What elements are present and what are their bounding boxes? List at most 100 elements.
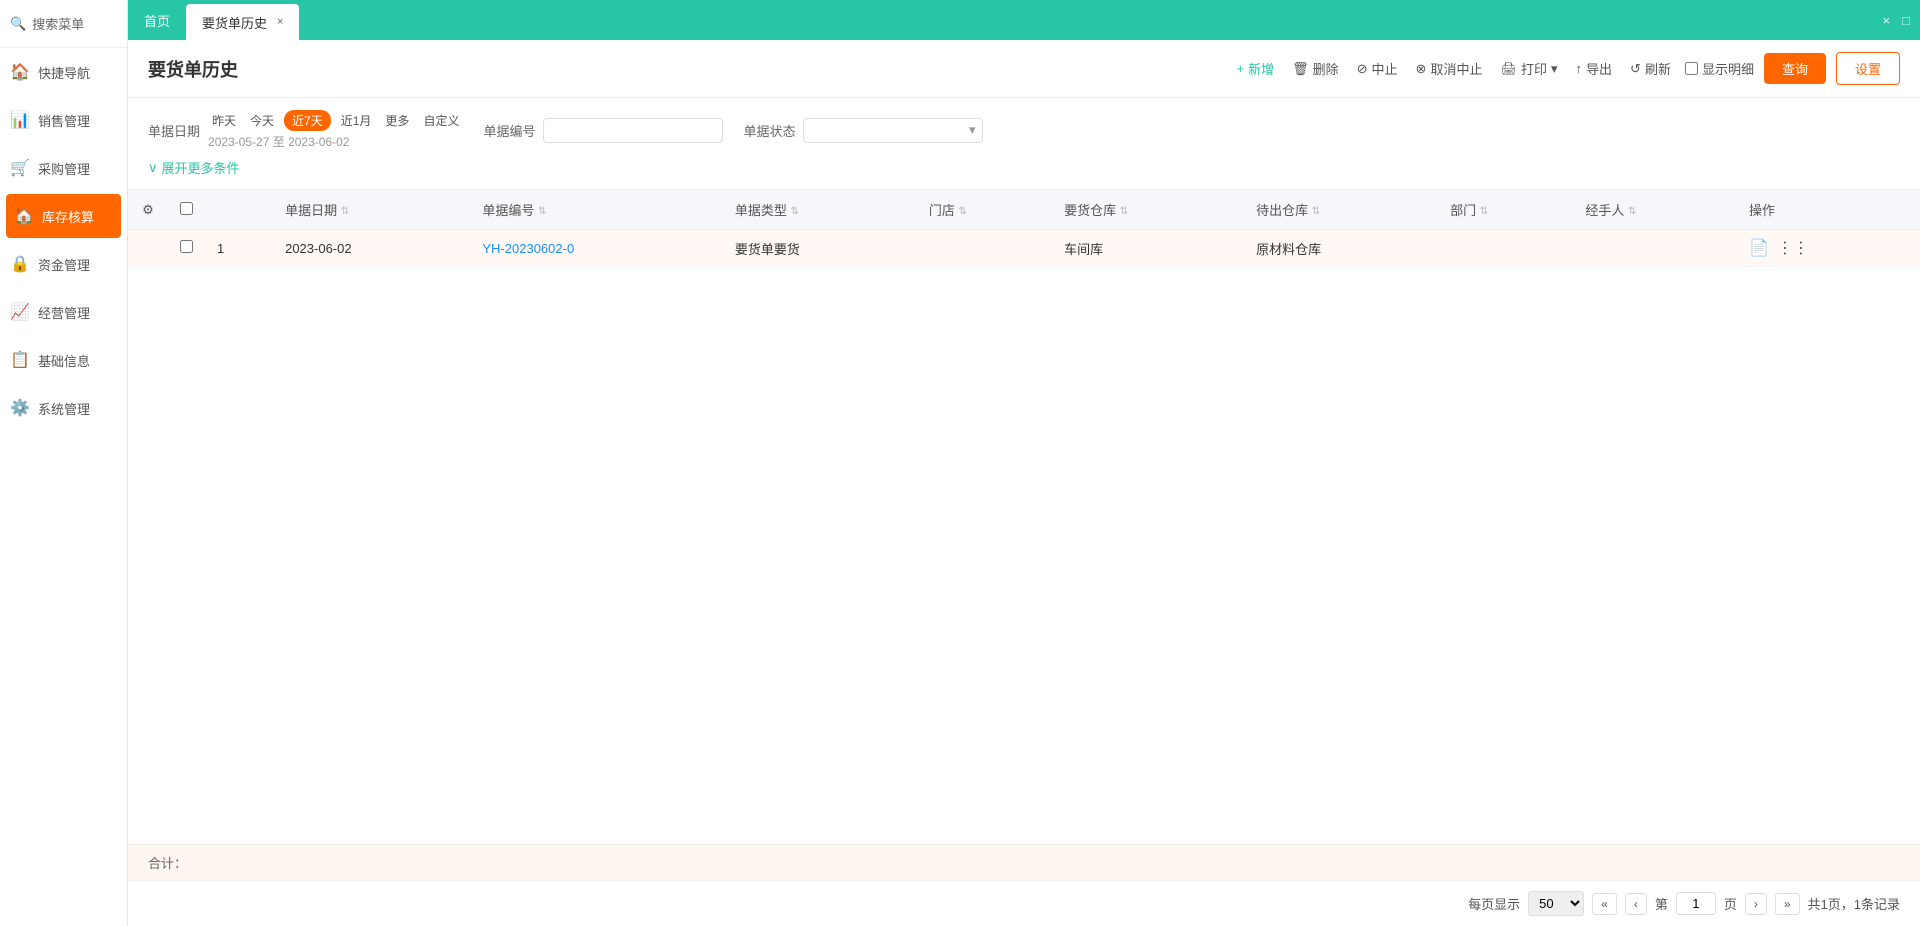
col-doc-date[interactable]: 单据日期 ⇅: [273, 190, 470, 230]
window-maximize-icon[interactable]: □: [1902, 13, 1910, 28]
export-button[interactable]: ↑ 导出: [1572, 59, 1617, 78]
col-handler[interactable]: 经手人 ⇅: [1573, 190, 1737, 230]
home-icon: 🏠: [10, 62, 30, 82]
sidebar-item-label: 资金管理: [38, 255, 90, 274]
page-number-input[interactable]: [1676, 892, 1716, 915]
add-button[interactable]: + 新增: [1232, 59, 1278, 78]
sidebar-item-label: 采购管理: [38, 159, 90, 178]
show-detail-checkbox[interactable]: [1685, 62, 1698, 75]
status-filter: 单据状态: [743, 118, 983, 143]
print-button[interactable]: 🖨 打印 ▾: [1496, 59, 1561, 78]
more-icon[interactable]: ⋮⋮: [1777, 238, 1809, 258]
sort-icon-pend-wh: ⇅: [1312, 206, 1320, 217]
col-doc-no[interactable]: 单据编号 ⇅: [470, 190, 722, 230]
tab-close-icon[interactable]: ×: [277, 16, 283, 28]
date-filter-label: 单据日期: [148, 121, 200, 140]
sales-icon: 📊: [10, 110, 30, 130]
next-page-btn[interactable]: ›: [1745, 893, 1767, 915]
shortcut-7days[interactable]: 近7天: [284, 110, 331, 131]
pagination: 每页显示 50 100 « ‹ 第 页 › » 共1页，1条记录: [128, 880, 1920, 926]
sidebar-item-label: 库存核算: [42, 207, 94, 226]
expand-icon: ∨: [148, 160, 158, 176]
edit-icon[interactable]: 📄: [1749, 238, 1769, 258]
status-label: 单据状态: [743, 121, 795, 140]
cell-pending-warehouse: 原材料仓库: [1244, 230, 1438, 267]
shortcut-today[interactable]: 今天: [246, 110, 278, 131]
table-row: 1 2023-06-02 YH-20230602-0 要货单要货 车间库 原材料…: [128, 230, 1920, 267]
last-page-btn[interactable]: »: [1775, 893, 1800, 915]
col-settings[interactable]: ⚙: [128, 190, 168, 230]
setting-button[interactable]: 设置: [1836, 52, 1900, 85]
stop-icon: ⊘: [1357, 61, 1368, 77]
operation-icon: 📈: [10, 302, 30, 322]
system-icon: ⚙️: [10, 398, 30, 418]
sidebar-item-label: 系统管理: [38, 399, 90, 418]
cell-doc-date: 2023-06-02: [273, 230, 470, 267]
page-title: 要货单历史: [148, 56, 238, 82]
add-icon: +: [1236, 61, 1244, 76]
sidebar-item-purchase[interactable]: 🛒 采购管理: [0, 144, 127, 192]
shortcut-more[interactable]: 更多: [381, 110, 413, 131]
sort-icon-handler: ⇅: [1628, 206, 1636, 217]
query-button[interactable]: 查询: [1764, 53, 1826, 84]
shortcut-1month[interactable]: 近1月: [337, 110, 376, 131]
shortcut-yesterday[interactable]: 昨天: [208, 110, 240, 131]
sidebar-item-inventory[interactable]: 🏠 库存核算: [6, 194, 121, 238]
col-pending-warehouse[interactable]: 待出仓库 ⇅: [1244, 190, 1438, 230]
row-checkbox[interactable]: [180, 240, 193, 253]
tab-home[interactable]: 首页: [128, 0, 186, 40]
col-store[interactable]: 门店 ⇅: [917, 190, 1052, 230]
page-header: 要货单历史 + 新增 🗑 删除 ⊘ 中止 ⊗ 取消中止: [128, 40, 1920, 98]
toolbar: + 新增 🗑 删除 ⊘ 中止 ⊗ 取消中止 🖨 打印: [1232, 52, 1900, 85]
export-icon: ↑: [1576, 61, 1583, 76]
filter-bar: 单据日期 昨天 今天 近7天 近1月 更多 自定义 2023-05-27 至 2…: [128, 98, 1920, 190]
first-page-btn[interactable]: «: [1592, 893, 1617, 915]
select-all-checkbox[interactable]: [180, 202, 193, 215]
sidebar-search[interactable]: 🔍 搜索菜单: [0, 0, 127, 48]
tab-history-label: 要货单历史: [202, 13, 267, 32]
doc-no-input[interactable]: [543, 118, 723, 143]
window-close-icon[interactable]: ×: [1883, 13, 1891, 28]
tab-history[interactable]: 要货单历史 ×: [186, 4, 299, 40]
tabbar-right: × □: [1883, 0, 1920, 40]
cancel-stop-label: 取消中止: [1430, 59, 1482, 78]
sidebar-item-finance[interactable]: 🔒 资金管理: [0, 240, 127, 288]
sort-icon-type: ⇅: [790, 206, 798, 217]
col-request-warehouse[interactable]: 要货仓库 ⇅: [1052, 190, 1244, 230]
table-header-row: ⚙ 单据日期 ⇅ 单据编号 ⇅: [128, 190, 1920, 230]
cell-settings: [128, 230, 168, 267]
sidebar-item-operation[interactable]: 📈 经营管理: [0, 288, 127, 336]
sidebar-item-label: 快捷导航: [38, 63, 90, 82]
cell-checkbox: [168, 230, 205, 267]
refresh-label: 刷新: [1645, 59, 1671, 78]
delete-button[interactable]: 🗑 删除: [1288, 59, 1343, 78]
finance-icon: 🔒: [10, 254, 30, 274]
shortcut-custom[interactable]: 自定义: [419, 110, 463, 131]
sidebar-item-sales[interactable]: 📊 销售管理: [0, 96, 127, 144]
page-label: 第: [1655, 894, 1668, 913]
expand-more-btn[interactable]: ∨ 展开更多条件: [148, 158, 1900, 177]
sidebar-item-shortcut[interactable]: 🏠 快捷导航: [0, 48, 127, 96]
sidebar-item-basic[interactable]: 📋 基础信息: [0, 336, 127, 384]
col-department[interactable]: 部门 ⇅: [1438, 190, 1573, 230]
table-wrap: ⚙ 单据日期 ⇅ 单据编号 ⇅: [128, 190, 1920, 844]
show-detail-toggle[interactable]: 显示明细: [1685, 59, 1754, 78]
per-page-select[interactable]: 50 100: [1528, 891, 1584, 916]
cell-doc-no: YH-20230602-0: [470, 230, 722, 267]
date-shortcuts: 昨天 今天 近7天 近1月 更多 自定义: [208, 110, 463, 131]
cancel-stop-button[interactable]: ⊗ 取消中止: [1412, 59, 1487, 78]
cell-department: [1438, 230, 1573, 267]
doc-no-link[interactable]: YH-20230602-0: [482, 241, 574, 256]
delete-icon: 🗑: [1292, 61, 1309, 77]
show-detail-label: 显示明细: [1702, 59, 1754, 78]
sidebar-item-system[interactable]: ⚙️ 系统管理: [0, 384, 127, 432]
print-icon: 🖨: [1500, 61, 1517, 77]
col-checkbox: [168, 190, 205, 230]
filter-row: 单据日期 昨天 今天 近7天 近1月 更多 自定义 2023-05-27 至 2…: [148, 110, 1900, 150]
inventory-icon: 🏠: [14, 206, 34, 226]
refresh-button[interactable]: ↺ 刷新: [1626, 59, 1675, 78]
prev-page-btn[interactable]: ‹: [1625, 893, 1647, 915]
col-doc-type[interactable]: 单据类型 ⇅: [723, 190, 917, 230]
status-select[interactable]: [803, 118, 983, 143]
stop-button[interactable]: ⊘ 中止: [1353, 59, 1402, 78]
